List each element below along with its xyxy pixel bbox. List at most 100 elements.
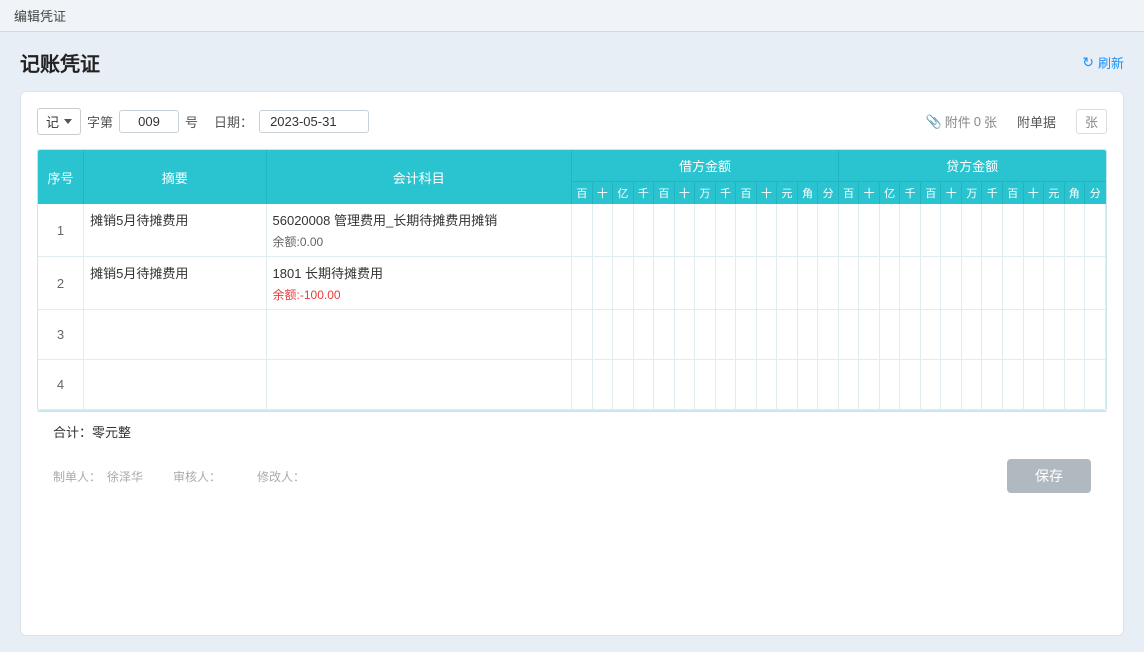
row2-credit-8[interactable]	[982, 257, 1003, 310]
row2-debit-4[interactable]	[633, 257, 654, 310]
row4-account[interactable]	[266, 360, 572, 410]
row2-credit-3[interactable]	[879, 257, 900, 310]
row2-summary[interactable]: 摊销5月待摊费用	[84, 257, 266, 310]
row2-credit-6[interactable]	[941, 257, 962, 310]
row4-credit-6[interactable]	[941, 360, 962, 410]
row1-credit-2[interactable]	[859, 204, 880, 257]
row2-credit-11[interactable]	[1044, 257, 1065, 310]
row1-debit-4[interactable]	[633, 204, 654, 257]
row1-credit-13[interactable]	[1085, 204, 1106, 257]
row4-debit-4[interactable]	[633, 360, 654, 410]
row2-credit-10[interactable]	[1023, 257, 1044, 310]
row3-account[interactable]	[266, 310, 572, 360]
date-input[interactable]	[259, 110, 369, 133]
row2-debit-2[interactable]	[592, 257, 613, 310]
row4-debit-2[interactable]	[592, 360, 613, 410]
row1-credit-6[interactable]	[941, 204, 962, 257]
row4-credit-5[interactable]	[920, 360, 941, 410]
row1-debit-5[interactable]	[654, 204, 675, 257]
row3-credit-10[interactable]	[1023, 310, 1044, 360]
row4-credit-9[interactable]	[1003, 360, 1024, 410]
row2-debit-7[interactable]	[695, 257, 716, 310]
row3-credit-7[interactable]	[961, 310, 982, 360]
row1-account[interactable]: 56020008 管理费用_长期待摊费用摊销 余额:0.00	[266, 204, 572, 257]
row3-credit-13[interactable]	[1085, 310, 1106, 360]
row3-debit-11[interactable]	[777, 310, 798, 360]
row1-credit-7[interactable]	[961, 204, 982, 257]
row1-debit-3[interactable]	[613, 204, 634, 257]
row1-credit-8[interactable]	[982, 204, 1003, 257]
row1-credit-10[interactable]	[1023, 204, 1044, 257]
row3-debit-8[interactable]	[715, 310, 736, 360]
row3-credit-6[interactable]	[941, 310, 962, 360]
voucher-number-input[interactable]	[119, 110, 179, 133]
row1-credit-11[interactable]	[1044, 204, 1065, 257]
row1-debit-11[interactable]	[777, 204, 798, 257]
row2-debit-12[interactable]	[797, 257, 818, 310]
row4-debit-1[interactable]	[572, 360, 593, 410]
row4-debit-7[interactable]	[695, 360, 716, 410]
row2-debit-8[interactable]	[715, 257, 736, 310]
row3-credit-9[interactable]	[1003, 310, 1024, 360]
row2-credit-13[interactable]	[1085, 257, 1106, 310]
row3-credit-3[interactable]	[879, 310, 900, 360]
row4-debit-13[interactable]	[818, 360, 839, 410]
row3-credit-1[interactable]	[838, 310, 859, 360]
row2-credit-1[interactable]	[838, 257, 859, 310]
row4-credit-8[interactable]	[982, 360, 1003, 410]
row4-credit-4[interactable]	[900, 360, 921, 410]
row3-credit-2[interactable]	[859, 310, 880, 360]
row3-debit-2[interactable]	[592, 310, 613, 360]
row3-debit-4[interactable]	[633, 310, 654, 360]
row1-debit-12[interactable]	[797, 204, 818, 257]
row4-summary[interactable]	[84, 360, 266, 410]
row2-credit-2[interactable]	[859, 257, 880, 310]
row4-debit-5[interactable]	[654, 360, 675, 410]
row4-debit-10[interactable]	[756, 360, 777, 410]
row4-credit-1[interactable]	[838, 360, 859, 410]
row3-debit-6[interactable]	[674, 310, 695, 360]
row1-debit-1[interactable]	[572, 204, 593, 257]
voucher-type-button[interactable]: 记	[37, 108, 81, 135]
row4-credit-3[interactable]	[879, 360, 900, 410]
row1-debit-2[interactable]	[592, 204, 613, 257]
refresh-button[interactable]: ↻ 刷新	[1082, 53, 1124, 72]
row3-debit-10[interactable]	[756, 310, 777, 360]
row1-credit-1[interactable]	[838, 204, 859, 257]
row3-debit-3[interactable]	[613, 310, 634, 360]
row1-debit-13[interactable]	[818, 204, 839, 257]
row1-credit-3[interactable]	[879, 204, 900, 257]
row1-credit-5[interactable]	[920, 204, 941, 257]
row3-debit-13[interactable]	[818, 310, 839, 360]
row2-credit-12[interactable]	[1064, 257, 1085, 310]
row2-credit-5[interactable]	[920, 257, 941, 310]
zhang-button[interactable]: 张	[1076, 109, 1107, 134]
row4-credit-13[interactable]	[1085, 360, 1106, 410]
row1-summary[interactable]: 摊销5月待摊费用	[84, 204, 266, 257]
row1-credit-4[interactable]	[900, 204, 921, 257]
row4-debit-9[interactable]	[736, 360, 757, 410]
row1-debit-6[interactable]	[674, 204, 695, 257]
row3-debit-5[interactable]	[654, 310, 675, 360]
row2-debit-9[interactable]	[736, 257, 757, 310]
row1-credit-12[interactable]	[1064, 204, 1085, 257]
row4-debit-11[interactable]	[777, 360, 798, 410]
row4-credit-12[interactable]	[1064, 360, 1085, 410]
row3-debit-9[interactable]	[736, 310, 757, 360]
row3-debit-7[interactable]	[695, 310, 716, 360]
row2-credit-7[interactable]	[961, 257, 982, 310]
row1-credit-9[interactable]	[1003, 204, 1024, 257]
row2-debit-1[interactable]	[572, 257, 593, 310]
row3-credit-8[interactable]	[982, 310, 1003, 360]
row1-debit-9[interactable]	[736, 204, 757, 257]
row4-debit-12[interactable]	[797, 360, 818, 410]
row3-debit-12[interactable]	[797, 310, 818, 360]
row2-debit-3[interactable]	[613, 257, 634, 310]
row2-debit-10[interactable]	[756, 257, 777, 310]
save-button[interactable]: 保存	[1007, 459, 1091, 493]
row3-credit-12[interactable]	[1064, 310, 1085, 360]
row2-debit-6[interactable]	[674, 257, 695, 310]
row2-credit-9[interactable]	[1003, 257, 1024, 310]
row3-credit-11[interactable]	[1044, 310, 1065, 360]
row4-credit-10[interactable]	[1023, 360, 1044, 410]
